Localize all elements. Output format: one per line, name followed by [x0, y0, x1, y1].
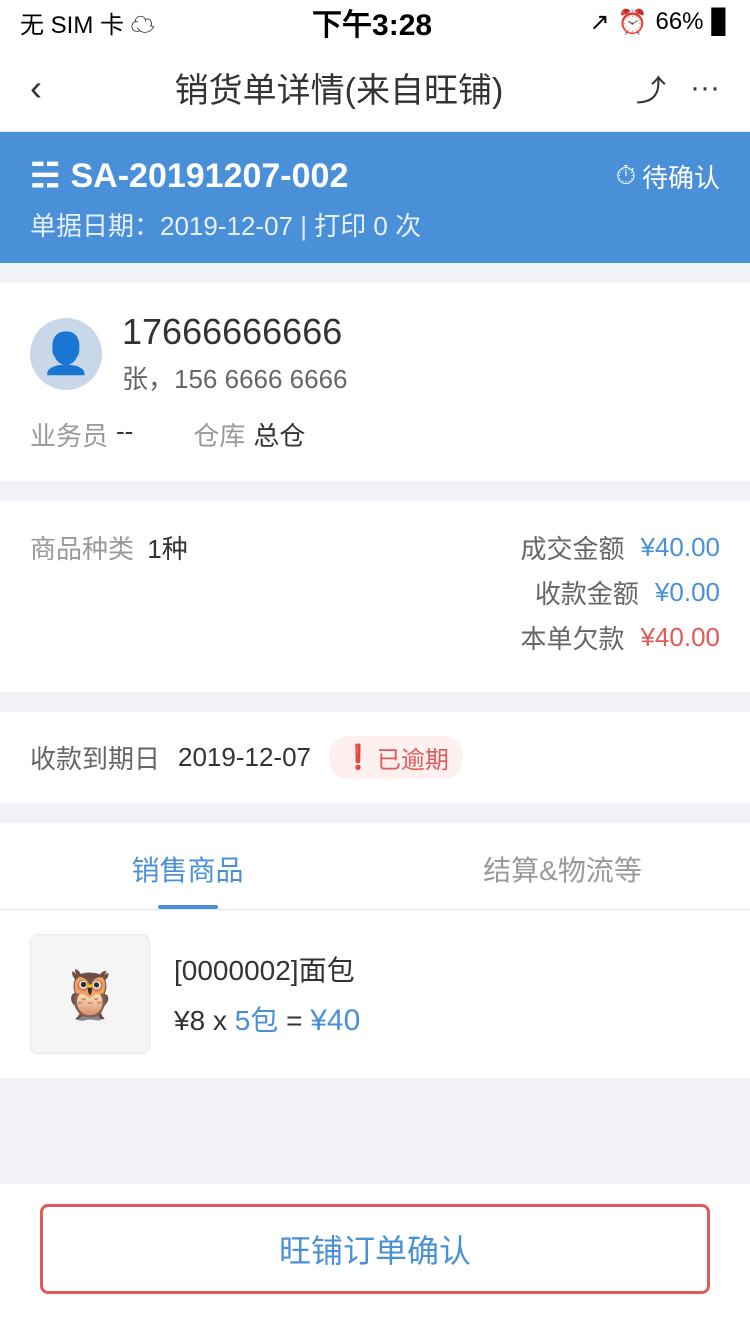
price-total: ¥40 [310, 1004, 360, 1037]
salesperson-field: 业务员 -- [30, 416, 133, 453]
deal-amount-label: 成交金额 [520, 529, 624, 566]
equals-sign: = [286, 1005, 302, 1036]
status-right: ↗ ⏰ 66% ▊ [589, 8, 730, 37]
warehouse-value: 总仓 [253, 416, 305, 453]
multiply-sign: x [213, 1005, 227, 1036]
received-amount-label: 收款金额 [535, 574, 639, 611]
customer-section: 👤 17666666666 张，156 6666 6666 业务员 -- 仓库 … [0, 283, 750, 481]
product-details: [0000002]面包 ¥8 x 5包 = ¥40 [174, 949, 720, 1039]
customer-info: 17666666666 张，156 6666 6666 [122, 311, 720, 396]
warehouse-field: 仓库 总仓 [193, 416, 305, 453]
owed-amount-row: 本单欠款 ¥40.00 [520, 619, 720, 656]
confirm-order-button[interactable]: 旺铺订单确认 [40, 1204, 710, 1294]
salesperson-value: -- [116, 416, 133, 453]
order-header: ☵ SA-20191207-002 ⏱ 待确认 单据日期：2019-12-07 … [0, 132, 750, 263]
tabs-bar: 销售商品 结算&物流等 [0, 823, 750, 910]
product-name: [0000002]面包 [174, 949, 720, 989]
owed-amount-label: 本单欠款 [520, 619, 624, 656]
page-title: 销货单详情(来自旺铺) [175, 63, 504, 112]
status-bar: 无 SIM 卡 ☁ 下午3:28 ↗ ⏰ 66% ▊ [0, 0, 750, 44]
deal-amount-row: 成交金额 ¥40.00 [520, 529, 720, 566]
more-icon[interactable]: ··· [690, 71, 720, 105]
order-icon: ☵ [30, 156, 60, 196]
product-placeholder-icon: 🦉 [60, 966, 120, 1023]
product-section: 🦉 [0000002]面包 ¥8 x 5包 = ¥40 [0, 910, 750, 1078]
order-status: ⏱ 待确认 [616, 158, 720, 195]
person-icon: 👤 [41, 330, 91, 377]
order-date: 单据日期：2019-12-07 | 打印 0 次 [30, 206, 720, 243]
warehouse-label: 仓库 [193, 416, 245, 453]
quantity: 5包 [235, 1005, 279, 1036]
overdue-icon: ❗ [343, 743, 373, 772]
due-date-label: 收款到期日 [30, 739, 160, 776]
location-icon: ↗ [589, 8, 609, 37]
due-date-section: 收款到期日 2019-12-07 ❗ 已逾期 [0, 712, 750, 803]
overdue-text: 已逾期 [377, 740, 449, 775]
nav-actions: ⤴ ··· [636, 66, 720, 110]
due-date-value: 2019-12-07 [178, 742, 311, 773]
status-left: 无 SIM 卡 ☁ [20, 5, 155, 40]
received-amount-row: 收款金额 ¥0.00 [520, 574, 720, 611]
deal-amount-value: ¥40.00 [640, 532, 720, 563]
received-amount-value: ¥0.00 [655, 577, 720, 608]
export-icon[interactable]: ⤴ [636, 66, 666, 110]
summary-section: 商品种类 1种 成交金额 ¥40.00 收款金额 ¥0.00 本单欠款 ¥40.… [0, 501, 750, 692]
battery-icon: ▊ [712, 8, 730, 37]
product-item: 🦉 [0000002]面包 ¥8 x 5包 = ¥40 [30, 934, 720, 1054]
back-button[interactable]: ‹ [30, 67, 42, 109]
customer-meta: 业务员 -- 仓库 总仓 [30, 416, 720, 453]
product-price-row: ¥8 x 5包 = ¥40 [174, 999, 720, 1039]
customer-phone: 17666666666 [122, 311, 720, 353]
tab-sales-products[interactable]: 销售商品 [0, 823, 375, 909]
order-id: ☵ SA-20191207-002 [30, 156, 348, 196]
product-thumbnail: 🦉 [30, 934, 150, 1054]
product-type-value: 1种 [147, 534, 187, 564]
bottom-bar: 旺铺订单确认 [0, 1184, 750, 1334]
alarm-icon: ⏰ [618, 8, 648, 37]
amounts-section: 成交金额 ¥40.00 收款金额 ¥0.00 本单欠款 ¥40.00 [520, 529, 720, 664]
tab-settlement[interactable]: 结算&物流等 [375, 823, 750, 909]
status-icon: ⏱ [616, 160, 636, 192]
nav-bar: ‹ 销货单详情(来自旺铺) ⤴ ··· [0, 44, 750, 132]
no-sim-text: 无 SIM 卡 ☁ [20, 5, 155, 40]
product-type-field: 商品种类 1种 [30, 529, 188, 566]
status-time: 下午3:28 [312, 0, 432, 44]
avatar: 👤 [30, 318, 102, 390]
salesperson-label: 业务员 [30, 416, 108, 453]
customer-name: 张，156 6666 6666 [122, 359, 720, 396]
overdue-badge: ❗ 已逾期 [329, 736, 463, 779]
owed-amount-value: ¥40.00 [640, 622, 720, 653]
battery-text: 66% [655, 8, 703, 36]
product-type-label: 商品种类 [30, 534, 134, 564]
price-unit: ¥8 [174, 1005, 205, 1036]
